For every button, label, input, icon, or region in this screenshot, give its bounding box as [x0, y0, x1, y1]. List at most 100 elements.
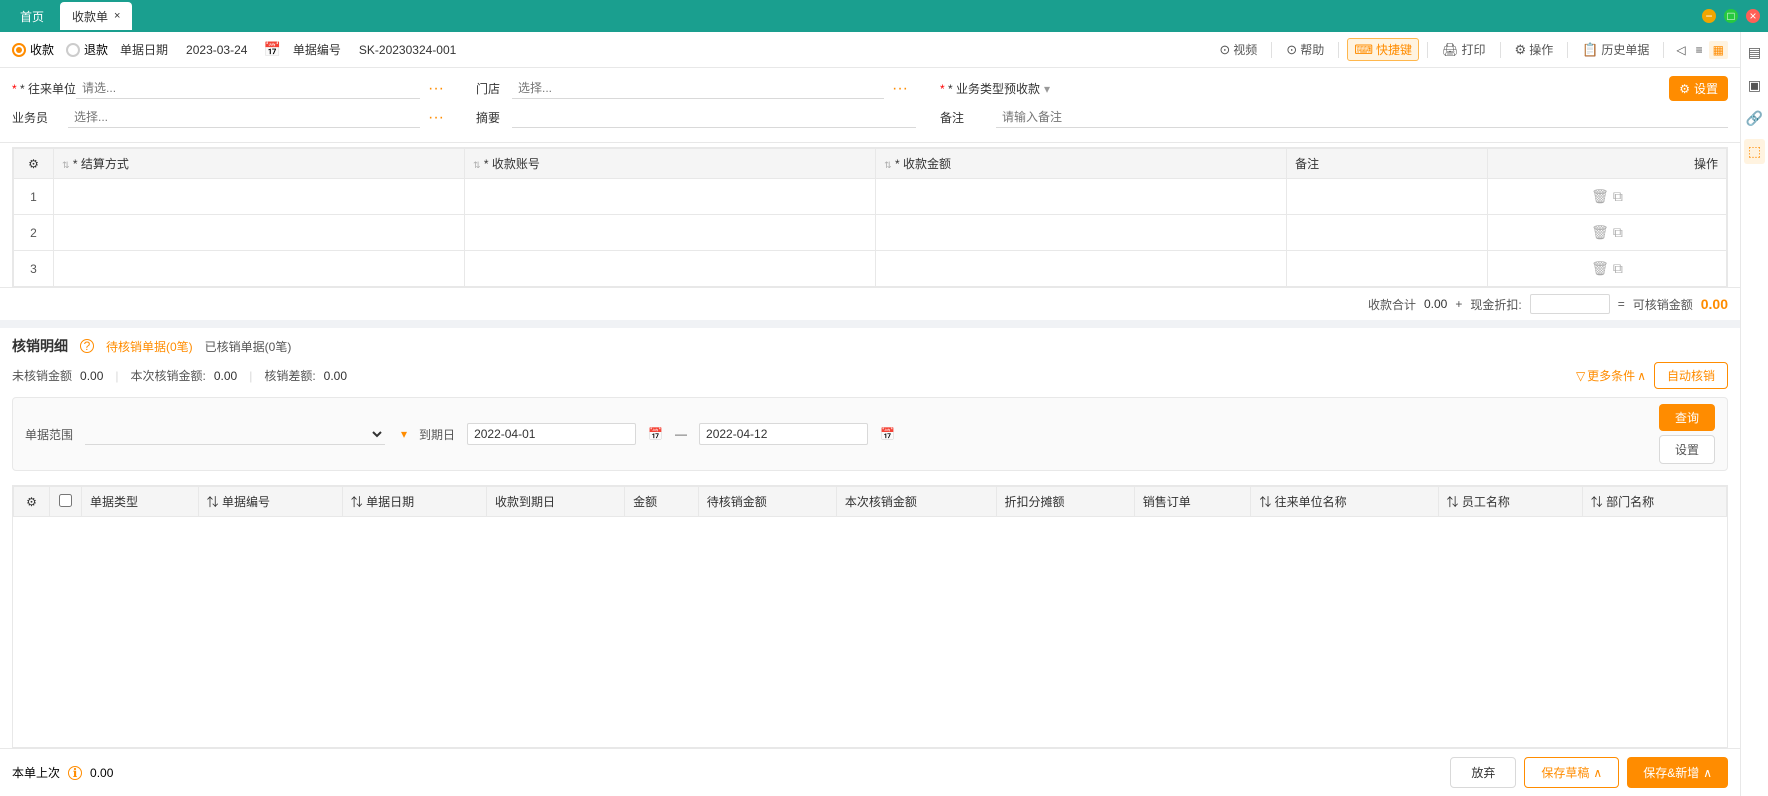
- bottom-checkbox-col[interactable]: [50, 487, 82, 517]
- pending-amount-col-header[interactable]: 待核销金额: [698, 487, 836, 517]
- business-type-label: * 业务类型: [940, 80, 1004, 97]
- radio-income[interactable]: 收款: [12, 41, 54, 58]
- amount-col-header2[interactable]: 金额: [625, 487, 699, 517]
- settlement-cell-2[interactable]: [54, 215, 465, 251]
- settlement-cell-1[interactable]: [54, 179, 465, 215]
- action-cell-3: 🗑 ⧉: [1488, 251, 1727, 287]
- pending-link[interactable]: 待核销单据(0笔): [106, 338, 193, 355]
- delete-icon-3[interactable]: 🗑: [1591, 260, 1609, 277]
- help-circle-icon[interactable]: ?: [80, 339, 94, 353]
- summary-input[interactable]: [512, 107, 916, 128]
- more-conditions-btn[interactable]: ▽ 更多条件 ∧: [1576, 367, 1646, 384]
- remark-cell-1[interactable]: [1287, 179, 1488, 215]
- discount-label: 现金折扣:: [1470, 296, 1521, 313]
- tab-home[interactable]: 首页: [8, 2, 56, 30]
- doc-date-col-header[interactable]: ⇅ 单据日期: [342, 487, 486, 517]
- layout-grid[interactable]: ▦: [1709, 41, 1728, 59]
- sidebar-link-icon[interactable]: 🔗: [1742, 106, 1767, 131]
- shortcut-button[interactable]: ⌨ 快捷键: [1347, 38, 1419, 61]
- salesperson-more-btn[interactable]: ···: [428, 109, 444, 127]
- query-button[interactable]: 查询: [1659, 404, 1715, 431]
- close-button[interactable]: ×: [1746, 9, 1760, 23]
- layout-prev[interactable]: ◁: [1672, 41, 1689, 59]
- business-type-selector[interactable]: 预收款 ▾: [1004, 80, 1669, 97]
- print-button[interactable]: 🖨 打印: [1436, 39, 1492, 60]
- calendar-to-icon[interactable]: 📅: [880, 427, 895, 441]
- delete-icon-1[interactable]: 🗑: [1591, 188, 1609, 205]
- employee-col-header[interactable]: ⇅ 员工名称: [1438, 487, 1582, 517]
- bottom-table: ⚙ 单据类型 ⇅ 单据编号 ⇅ 单据日期: [13, 486, 1727, 517]
- carry-info-icon[interactable]: ℹ: [68, 766, 82, 780]
- current-amount-col-header[interactable]: 本次核销金额: [836, 487, 996, 517]
- counterpart-label: * 往来单位: [12, 80, 76, 97]
- sort-icon: ⇅: [207, 495, 219, 509]
- save-new-button[interactable]: 保存&新增 ∧: [1627, 757, 1728, 788]
- sales-order-col-header[interactable]: 销售订单: [1134, 487, 1251, 517]
- counterpart-more-btn[interactable]: ···: [428, 80, 444, 98]
- range-select[interactable]: [85, 424, 385, 445]
- amount-cell-1[interactable]: [876, 179, 1287, 215]
- counterpart-input[interactable]: [76, 78, 420, 99]
- doc-number-col-header[interactable]: ⇅ 单据编号: [198, 487, 342, 517]
- account-cell-1[interactable]: [465, 179, 876, 215]
- bottom-gear-col[interactable]: ⚙: [14, 487, 50, 517]
- counterpart-col-header[interactable]: ⇅ 往来单位名称: [1251, 487, 1438, 517]
- discard-button[interactable]: 放弃: [1450, 757, 1516, 788]
- range-chevron-icon[interactable]: ▾: [401, 427, 407, 441]
- help-button[interactable]: ⊙ 帮助: [1280, 39, 1330, 60]
- copy-icon-1[interactable]: ⧉: [1613, 188, 1623, 205]
- remark-label: 备注: [940, 109, 996, 126]
- remark-cell-2[interactable]: [1287, 215, 1488, 251]
- radio-refund[interactable]: 退款: [66, 41, 108, 58]
- gear-col-header[interactable]: ⚙: [14, 149, 54, 179]
- maximize-button[interactable]: □: [1724, 9, 1738, 23]
- delete-icon-2[interactable]: 🗑: [1591, 224, 1609, 241]
- receipt-date-col-header[interactable]: 收款到期日: [486, 487, 624, 517]
- tab-bar: 首页 收款单 × − □ ×: [0, 0, 1768, 32]
- account-cell-3[interactable]: [465, 251, 876, 287]
- discount-input[interactable]: [1530, 294, 1610, 314]
- remark-input[interactable]: [996, 107, 1728, 128]
- amount-cell-2[interactable]: [876, 215, 1287, 251]
- amount-col-header[interactable]: ⇅ * 收款金额: [876, 149, 1287, 179]
- store-more-btn[interactable]: ···: [892, 80, 908, 98]
- sidebar-grid-icon[interactable]: ▣: [1744, 73, 1765, 98]
- layout-list[interactable]: ≡: [1692, 41, 1707, 59]
- video-button[interactable]: ⊙ 视频: [1213, 39, 1263, 60]
- settlement-cell-3[interactable]: [54, 251, 465, 287]
- radio-income-label: 收款: [30, 41, 54, 58]
- diff-label: 核销差额:: [264, 367, 315, 384]
- sidebar-table-icon[interactable]: ▤: [1744, 40, 1765, 65]
- remark-cell-3[interactable]: [1287, 251, 1488, 287]
- settings-button[interactable]: ⚙ 设置: [1669, 76, 1728, 101]
- store-input[interactable]: [512, 78, 884, 99]
- calendar-from-icon[interactable]: 📅: [648, 427, 663, 441]
- amount-cell-3[interactable]: [876, 251, 1287, 287]
- remark-col-header[interactable]: 备注: [1287, 149, 1488, 179]
- account-cell-2[interactable]: [465, 215, 876, 251]
- auto-offset-button[interactable]: 自动核销: [1654, 362, 1728, 389]
- tab-receipt-close[interactable]: ×: [114, 10, 120, 22]
- copy-icon-2[interactable]: ⧉: [1613, 224, 1623, 241]
- nuclear-settings-button[interactable]: 设置: [1659, 435, 1715, 464]
- date-to-input[interactable]: [699, 423, 868, 445]
- minimize-button[interactable]: −: [1702, 9, 1716, 23]
- operation-button[interactable]: ⚙ 操作: [1509, 39, 1560, 60]
- settlement-col-header[interactable]: ⇅ * 结算方式: [54, 149, 465, 179]
- sidebar-expand-icon[interactable]: ⬚: [1744, 139, 1765, 164]
- chevron-down-icon[interactable]: ▾: [1044, 82, 1050, 96]
- tab-receipt[interactable]: 收款单 ×: [60, 2, 132, 30]
- draft-button[interactable]: 保存草稿 ∧: [1524, 757, 1619, 788]
- history-button[interactable]: 📋 历史单据: [1576, 39, 1655, 60]
- copy-icon-3[interactable]: ⧉: [1613, 260, 1623, 277]
- done-link[interactable]: 已核销单据(0笔): [205, 338, 292, 355]
- nuclear-title: 核销明细: [12, 336, 68, 356]
- dept-col-header[interactable]: ⇅ 部门名称: [1582, 487, 1726, 517]
- calendar-icon[interactable]: 📅: [263, 41, 280, 58]
- date-from-input[interactable]: [467, 423, 636, 445]
- doc-type-col-header[interactable]: 单据类型: [82, 487, 199, 517]
- salesperson-input[interactable]: [68, 107, 420, 128]
- select-all-checkbox[interactable]: [59, 494, 72, 507]
- discount-col-header[interactable]: 折扣分摊额: [996, 487, 1134, 517]
- account-col-header[interactable]: ⇅ * 收款账号: [465, 149, 876, 179]
